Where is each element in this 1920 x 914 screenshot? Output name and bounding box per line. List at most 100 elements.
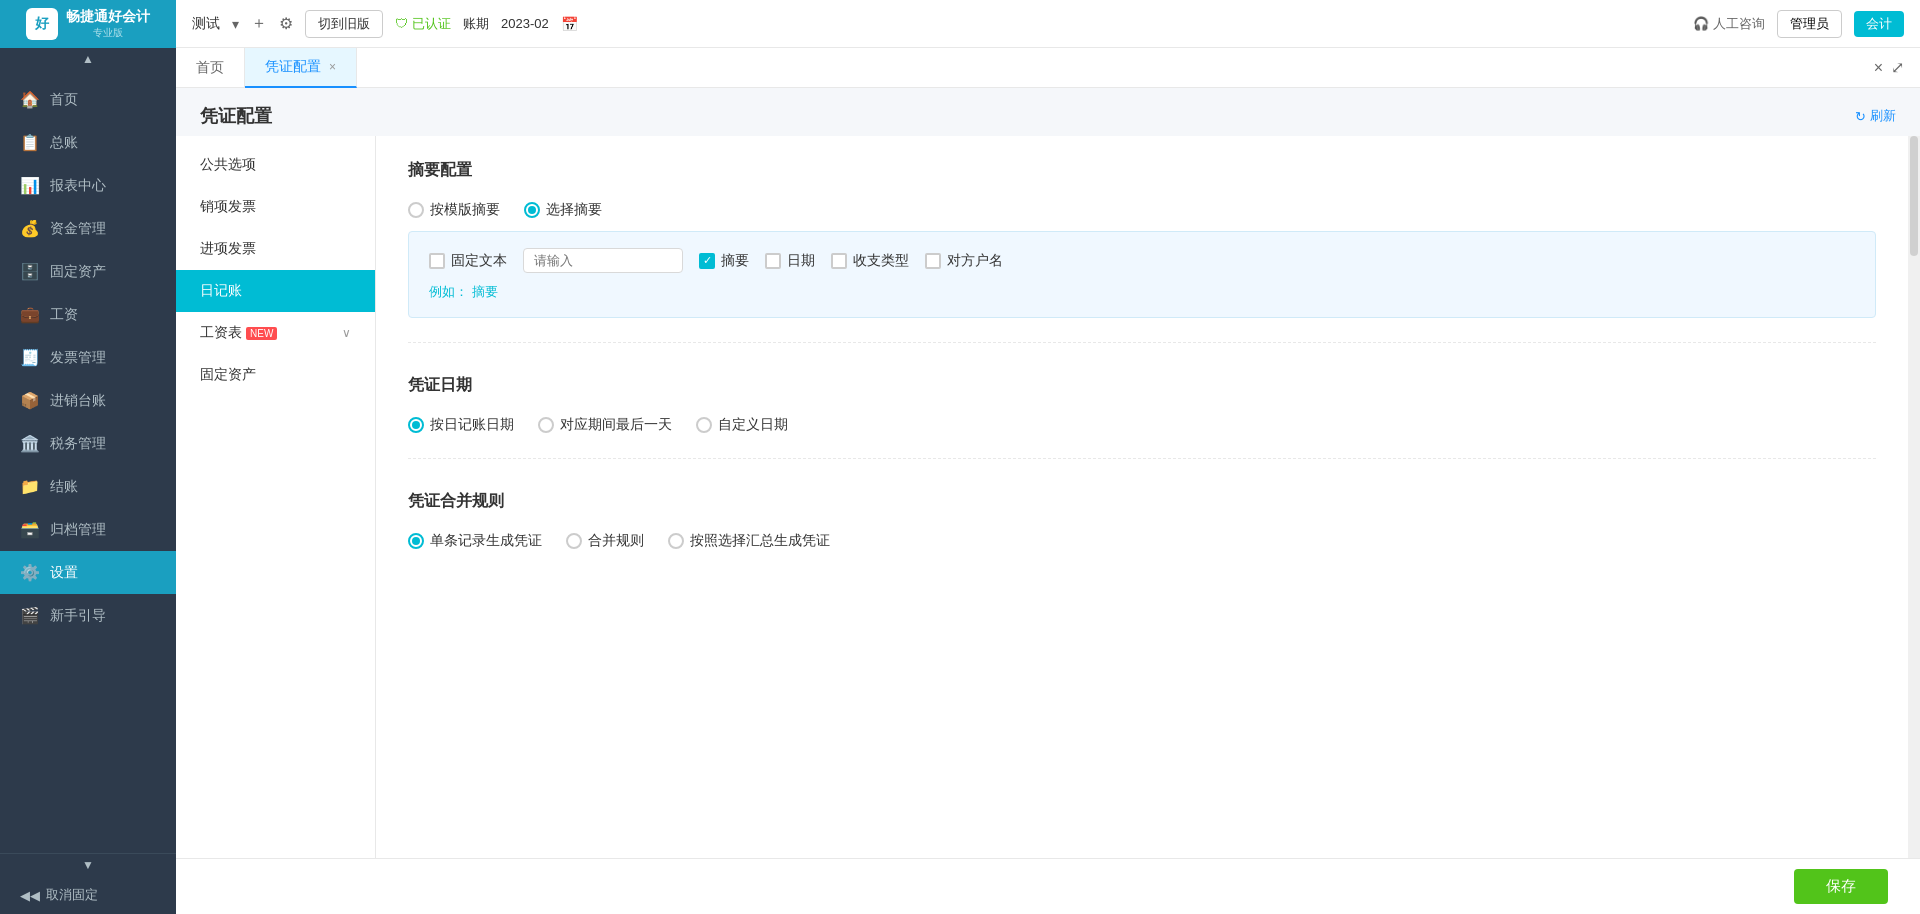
sidebar-item-reports[interactable]: 📊 报表中心: [0, 164, 176, 207]
settings-icon: ⚙️: [20, 563, 40, 582]
sidebar-item-label: 资金管理: [50, 220, 106, 238]
date-checkbox-item[interactable]: 日期: [765, 252, 815, 270]
fixed-text-input[interactable]: [523, 248, 683, 273]
tab-bar: 首页 凭证配置 × × ⤢: [176, 48, 1920, 88]
abstract-checkbox[interactable]: [699, 253, 715, 269]
sidebar-item-funds[interactable]: 💰 资金管理: [0, 207, 176, 250]
left-menu-item-payroll-table[interactable]: 工资表 NEW ∨: [176, 312, 375, 354]
custom-date-option[interactable]: 自定义日期: [696, 416, 788, 434]
counterpart-label: 对方户名: [947, 252, 1003, 270]
sales-icon: 📦: [20, 391, 40, 410]
abstract-select-radio[interactable]: [524, 202, 540, 218]
scroll-thumb[interactable]: [1910, 136, 1918, 256]
sidebar-item-tax[interactable]: 🏛️ 税务管理: [0, 422, 176, 465]
voucher-date-radio-group: 按日记账日期 对应期间最后一天 自定义日期: [408, 416, 1876, 434]
sidebar-item-archive[interactable]: 🗃️ 归档管理: [0, 508, 176, 551]
counterpart-checkbox-item[interactable]: 对方户名: [925, 252, 1003, 270]
single-voucher-radio[interactable]: [408, 533, 424, 549]
single-voucher-label: 单条记录生成凭证: [430, 532, 542, 550]
period-last-label: 对应期间最后一天: [560, 416, 672, 434]
counterpart-checkbox[interactable]: [925, 253, 941, 269]
left-menu-item-journal[interactable]: 日记账: [176, 270, 375, 312]
tab-voucher-config[interactable]: 凭证配置 ×: [245, 48, 357, 88]
abstract-select-option[interactable]: 选择摘要: [524, 201, 602, 219]
home-icon: 🏠: [20, 90, 40, 109]
abstract-template-option[interactable]: 按模版摘要: [408, 201, 500, 219]
expand-arrow-icon[interactable]: ∨: [342, 326, 351, 340]
cancel-fixed-btn[interactable]: ◀◀ 取消固定: [0, 876, 176, 914]
manager-button[interactable]: 管理员: [1777, 10, 1842, 38]
sidebar-item-label: 设置: [50, 564, 78, 582]
merge-rule-option[interactable]: 合并规则: [566, 532, 644, 550]
payroll-icon: 💼: [20, 305, 40, 324]
sidebar-item-ledger[interactable]: 📋 总账: [0, 121, 176, 164]
page-header: 凭证配置 ↻ 刷新: [176, 88, 1920, 136]
certified-label: 已认证: [412, 15, 451, 33]
sidebar-item-payroll[interactable]: 💼 工资: [0, 293, 176, 336]
assets-icon: 🗄️: [20, 262, 40, 281]
consult-button[interactable]: 🎧 人工咨询: [1693, 15, 1765, 33]
sidebar-item-closing[interactable]: 📁 结账: [0, 465, 176, 508]
company-dropdown-icon[interactable]: ▾: [232, 16, 239, 32]
save-button[interactable]: 保存: [1794, 869, 1888, 904]
custom-date-radio[interactable]: [696, 417, 712, 433]
scroll-down-arrow[interactable]: ▼: [82, 858, 94, 872]
abstract-label: 摘要: [721, 252, 749, 270]
left-menu-item-sales-invoice[interactable]: 销项发票: [176, 186, 375, 228]
sidebar-item-sales[interactable]: 📦 进销台账: [0, 379, 176, 422]
fullscreen-button[interactable]: ⤢: [1891, 58, 1904, 77]
settings-gear-button[interactable]: ⚙: [279, 14, 293, 33]
sidebar-item-label: 税务管理: [50, 435, 106, 453]
income-type-checkbox[interactable]: [831, 253, 847, 269]
new-badge: NEW: [246, 327, 277, 340]
sidebar-item-settings[interactable]: ⚙️ 设置: [0, 551, 176, 594]
sidebar-item-assets[interactable]: 🗄️ 固定资产: [0, 250, 176, 293]
scroll-up-arrow[interactable]: ▲: [82, 52, 94, 66]
add-button[interactable]: ＋: [251, 13, 267, 34]
income-type-checkbox-item[interactable]: 收支类型: [831, 252, 909, 270]
archive-icon: 🗃️: [20, 520, 40, 539]
left-menu: 公共选项 销项发票 进项发票 日记账 工资表 NEW ∨: [176, 136, 376, 858]
fixed-text-checkbox[interactable]: [429, 253, 445, 269]
sidebar: 好 畅捷通好会计 专业版 ▲ 🏠 首页 📋 总账 📊 报表中心: [0, 0, 176, 914]
sidebar-item-guide[interactable]: 🎬 新手引导: [0, 594, 176, 637]
date-checkbox[interactable]: [765, 253, 781, 269]
old-version-button[interactable]: 切到旧版: [305, 10, 383, 38]
tab-home[interactable]: 首页: [176, 48, 245, 88]
journal-date-option[interactable]: 按日记账日期: [408, 416, 514, 434]
period-last-option[interactable]: 对应期间最后一天: [538, 416, 672, 434]
merge-rule-radio[interactable]: [566, 533, 582, 549]
example-prefix: 例如：: [429, 284, 468, 299]
select-merge-option[interactable]: 按照选择汇总生成凭证: [668, 532, 830, 550]
period-last-radio[interactable]: [538, 417, 554, 433]
abstract-checkbox-item[interactable]: 摘要: [699, 252, 749, 270]
certified-badge: 🛡 已认证: [395, 15, 451, 33]
left-menu-item-purchase-invoice[interactable]: 进项发票: [176, 228, 375, 270]
calendar-icon[interactable]: 📅: [561, 16, 578, 32]
left-menu-item-fixed-assets[interactable]: 固定资产: [176, 354, 375, 396]
closing-icon: 📁: [20, 477, 40, 496]
refresh-button[interactable]: ↻ 刷新: [1855, 107, 1896, 125]
header-right: 🎧 人工咨询 管理员 会计: [1693, 10, 1904, 38]
single-voucher-option[interactable]: 单条记录生成凭证: [408, 532, 542, 550]
sidebar-item-label: 首页: [50, 91, 78, 109]
accountant-button[interactable]: 会计: [1854, 11, 1904, 37]
sidebar-item-invoice[interactable]: 🧾 发票管理: [0, 336, 176, 379]
tab-close-button[interactable]: ×: [1874, 59, 1883, 77]
voucher-date-title: 凭证日期: [408, 375, 1876, 396]
sidebar-item-home[interactable]: 🏠 首页: [0, 78, 176, 121]
sidebar-item-label: 工资: [50, 306, 78, 324]
sidebar-item-label: 结账: [50, 478, 78, 496]
abstract-config-section: 摘要配置 按模版摘要 选择摘要: [408, 160, 1876, 343]
fixed-text-checkbox-item[interactable]: 固定文本: [429, 252, 507, 270]
journal-date-label: 按日记账日期: [430, 416, 514, 434]
left-menu-item-public[interactable]: 公共选项: [176, 144, 375, 186]
sidebar-logo: 好 畅捷通好会计 专业版: [0, 0, 176, 48]
right-scrollbar[interactable]: [1908, 136, 1920, 858]
tab-close-icon[interactable]: ×: [329, 60, 336, 74]
date-label: 日期: [787, 252, 815, 270]
journal-date-radio[interactable]: [408, 417, 424, 433]
app-version: 专业版: [93, 26, 123, 40]
select-merge-radio[interactable]: [668, 533, 684, 549]
abstract-template-radio[interactable]: [408, 202, 424, 218]
